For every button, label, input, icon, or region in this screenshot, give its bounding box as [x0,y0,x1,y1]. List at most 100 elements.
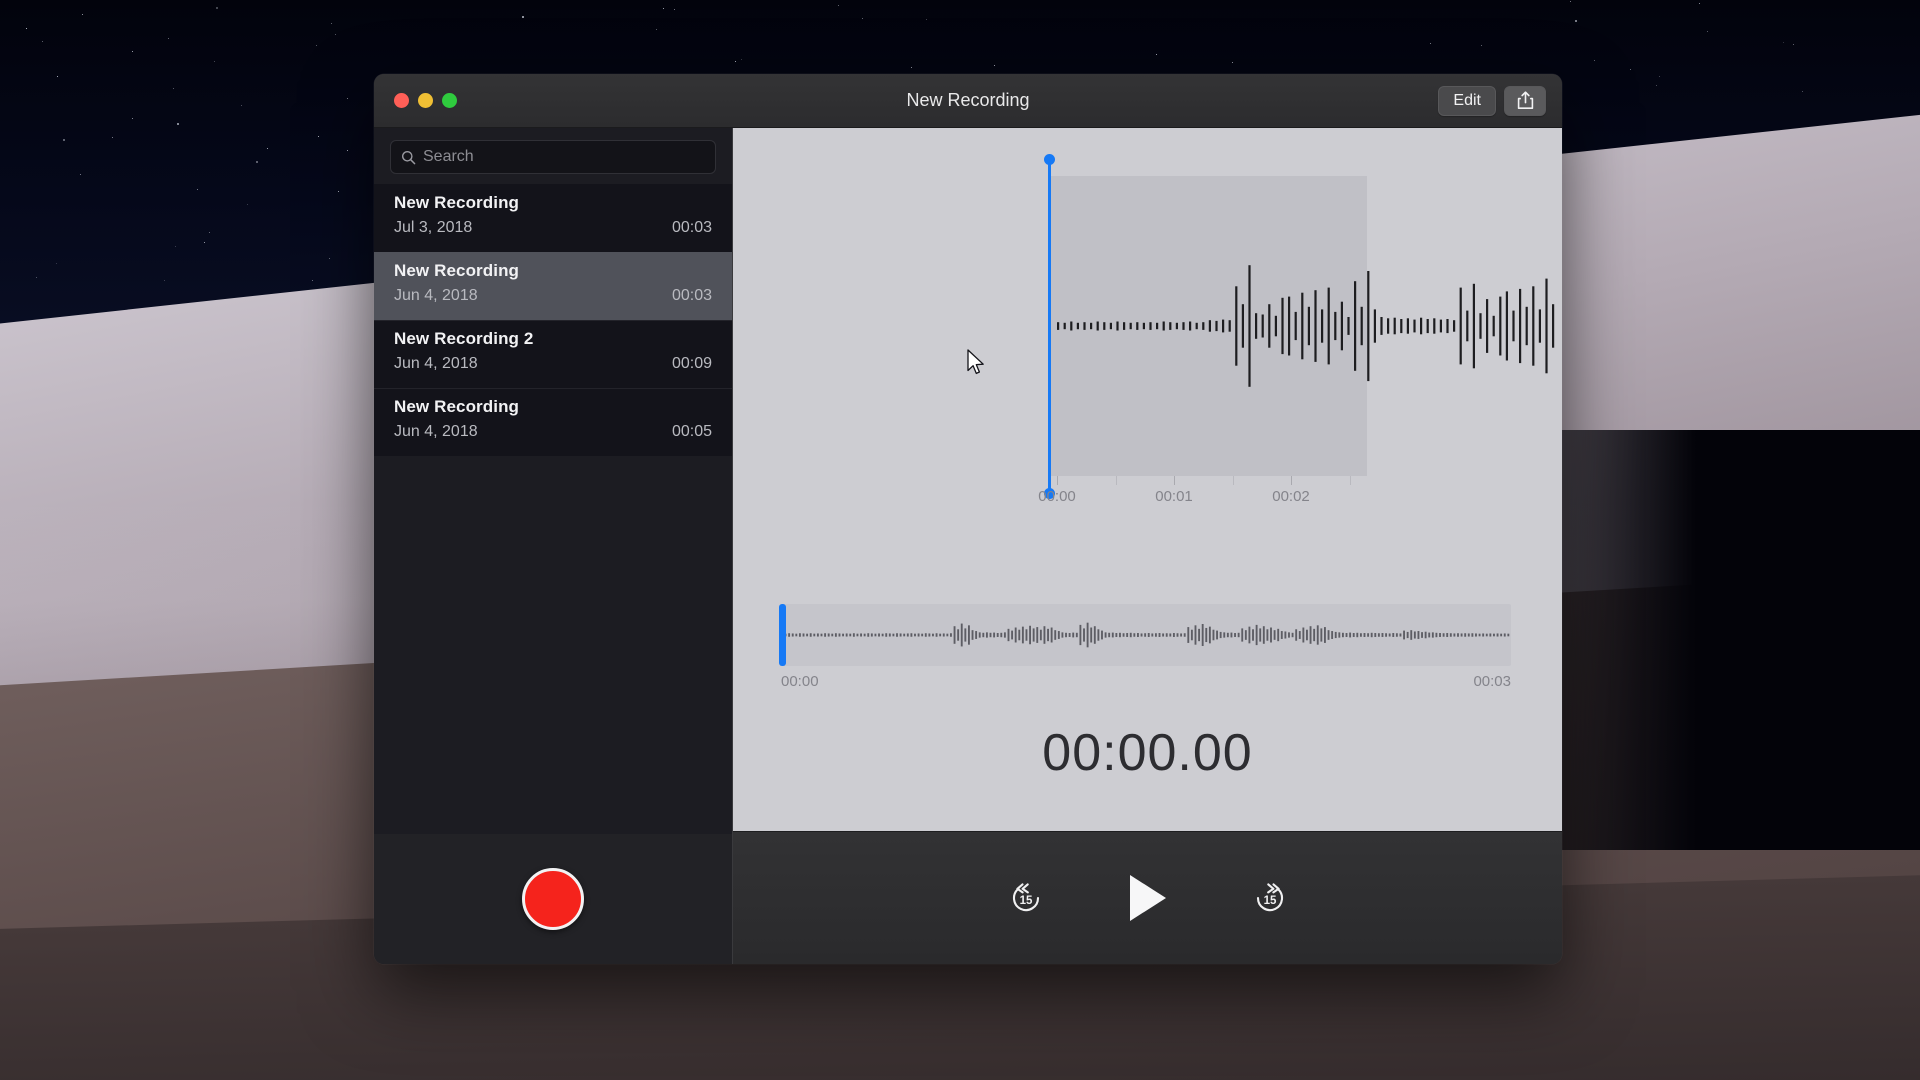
recording-meta: Jun 4, 201800:03 [394,287,712,305]
overview-waveform [781,604,1511,666]
window-body: New Recording Jul 3, 2018 00:03 New Recordi… [374,128,1562,964]
voice-memos-window: New Recording Edit [374,74,1562,964]
record-button-container [374,834,732,964]
recording-list-item[interactable]: New Recording 2 Jun 4, 2018 00:09 [374,320,732,388]
star [1630,69,1631,70]
star [1430,43,1431,44]
recording-date: Jul 3, 2018 [394,219,472,237]
recordings-list[interactable]: New RecordingJul 3, 201800:03New Recordi… [374,184,732,834]
star [1575,20,1577,22]
skip-forward-15-button[interactable]: 15 [1252,880,1288,916]
recording-list-item[interactable]: New Recording Jun 4, 2018 00:05 [374,388,732,456]
search-container [374,128,732,184]
star [329,258,330,259]
recording-duration: 00:09 [672,355,712,373]
minimize-window-button[interactable] [418,93,433,108]
zoom-window-button[interactable] [442,93,457,108]
edit-button[interactable]: Edit [1438,86,1496,116]
record-button[interactable] [522,868,584,930]
overview-playhead[interactable] [779,604,786,666]
axis-tick [1174,476,1175,485]
star [862,18,863,19]
star [216,7,218,9]
star [318,136,319,137]
recording-list-item[interactable]: New Recording Jun 4, 201800:03 [374,252,732,320]
star [347,98,348,99]
recording-date: Jun 4, 2018 [394,355,478,373]
star [168,38,169,39]
playhead-marker[interactable] [1048,159,1051,494]
star [1802,91,1803,92]
titlebar-actions: Edit [1438,86,1546,116]
share-icon [1517,91,1534,110]
window-title: New Recording [374,90,1562,111]
star [177,123,179,125]
recording-title: New Recording [394,261,712,281]
star [674,9,675,10]
axis-tick [1291,476,1292,485]
star [63,139,65,141]
recording-title: New Recording [394,397,712,417]
close-window-button[interactable] [394,93,409,108]
axis-tick-minor [1350,476,1351,485]
star [1659,76,1660,77]
share-button[interactable] [1504,86,1546,116]
player-panel: 00:0000:0100:02 00:00 00:03 00:00.00 [733,128,1562,964]
star [331,23,332,24]
star [214,61,215,62]
detail-axis-ticks [733,476,1561,486]
star [735,61,736,62]
axis-tick-label: 00:02 [1272,488,1310,505]
star [26,28,27,29]
search-field[interactable] [390,140,716,174]
star [204,242,205,243]
star [335,34,336,35]
axis-tick [1057,476,1058,485]
star [926,19,927,20]
star [312,280,313,281]
star [36,277,37,278]
detail-waveform-view[interactable] [733,176,1561,476]
star [522,16,524,18]
recording-date: Jun 4, 2018 [394,423,478,441]
skip-forward-15-icon: 15 [1252,880,1288,916]
recording-title: New Recording 2 [394,329,712,349]
recording-meta: Jun 4, 2018 00:05 [394,423,712,441]
star [132,51,133,52]
overview-waveform-scrubber[interactable] [781,604,1511,666]
star [241,105,242,106]
star [1594,60,1595,61]
star [112,137,113,138]
star [80,174,81,175]
star [57,76,58,77]
star [911,67,912,68]
recording-title: New Recording [394,193,712,213]
star [1656,85,1657,86]
window-titlebar[interactable]: New Recording Edit [374,74,1562,128]
recording-list-item[interactable]: New RecordingJul 3, 201800:03 [374,184,732,252]
axis-tick-minor [1233,476,1234,485]
overview-axis-labels: 00:00 00:03 [781,673,1511,690]
recording-duration: 00:05 [672,423,712,441]
star [1783,42,1784,43]
star [1699,3,1700,4]
play-button[interactable] [1126,873,1170,923]
axis-tick-label: 00:01 [1155,488,1193,505]
star [173,88,174,89]
detail-axis-labels: 00:0000:0100:02 [733,488,1561,510]
star [256,161,258,163]
search-input[interactable] [423,148,705,166]
star [175,246,176,247]
star [1481,45,1482,46]
star [994,65,995,66]
star [1570,1,1571,2]
recording-meta: Jun 4, 2018 00:09 [394,355,712,373]
star [316,45,317,46]
star [1156,54,1157,55]
skip-back-15-icon: 15 [1008,880,1044,916]
sidebar: New RecordingJul 3, 201800:03New Recordi… [374,128,733,964]
star [267,148,268,149]
overview-end-time: 00:03 [1473,673,1511,690]
star [209,232,210,233]
skip-back-15-button[interactable]: 15 [1008,880,1044,916]
